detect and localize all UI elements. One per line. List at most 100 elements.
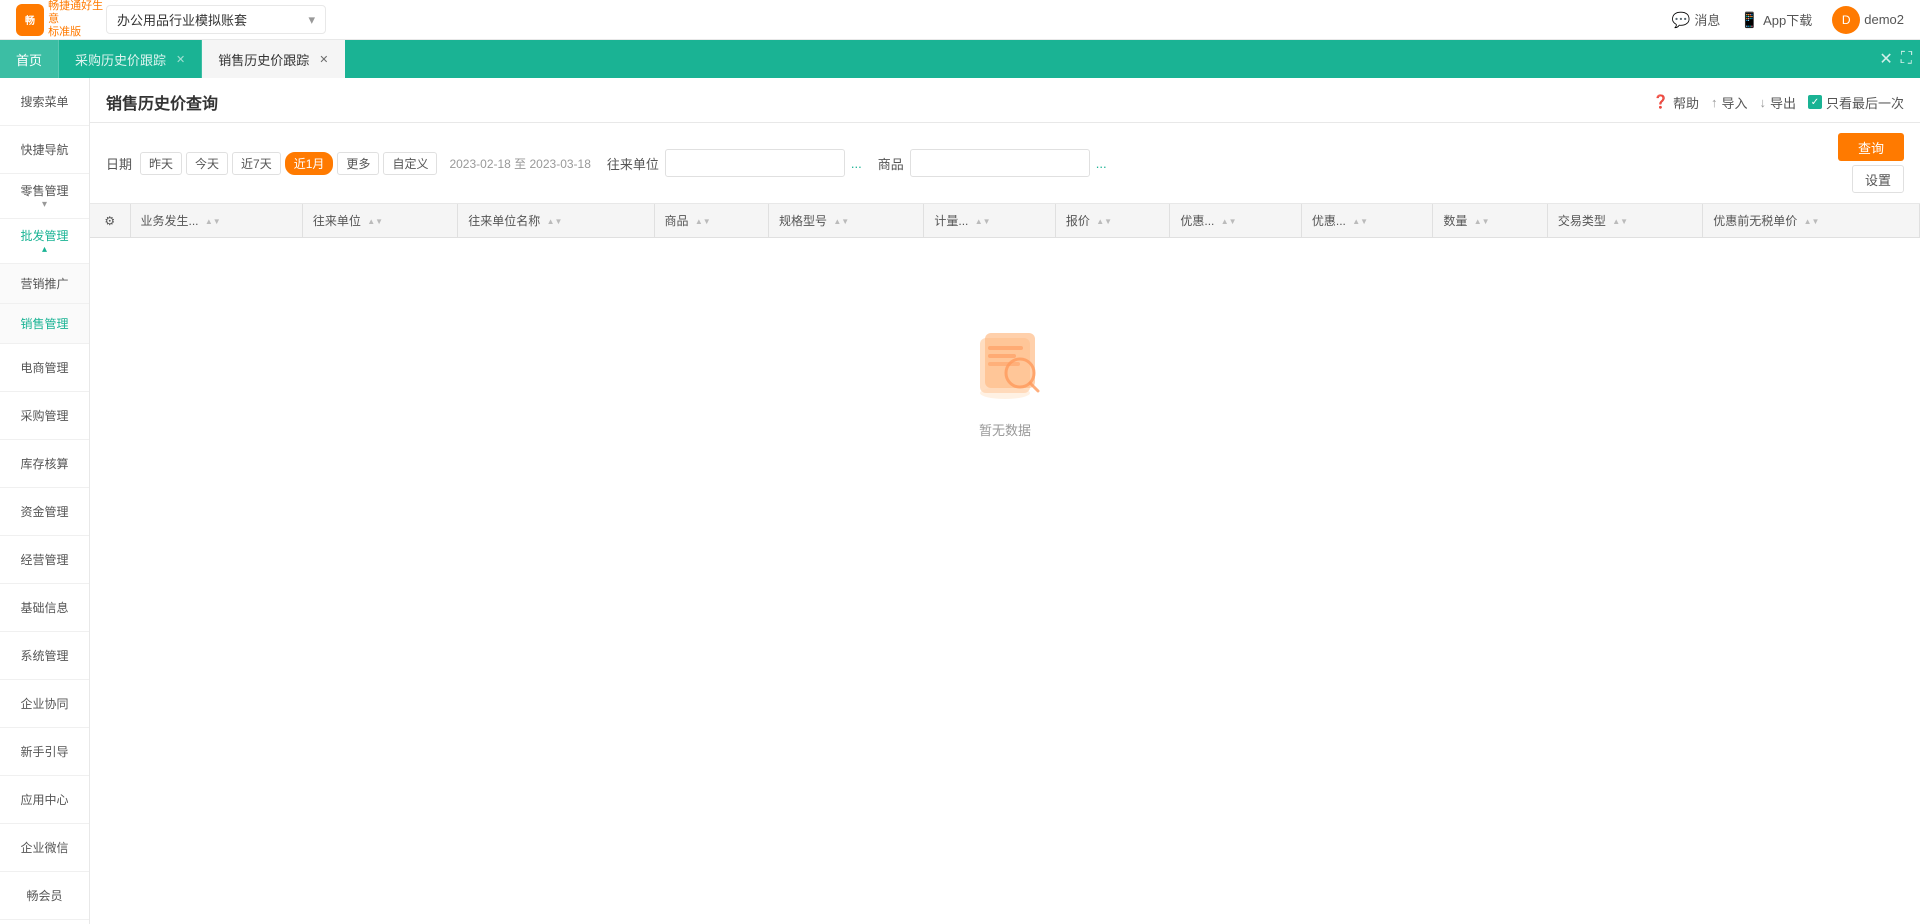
sidebar-basicinfo-label: 基础信息	[20, 599, 68, 616]
partner-filter-group: 往来单位 ...	[607, 149, 862, 177]
sidebar-item-basic-info[interactable]: 基础信息	[0, 584, 89, 632]
tab-purchase-close-icon[interactable]: ✕	[176, 53, 185, 66]
sidebar-item-system[interactable]: 系统管理	[0, 632, 89, 680]
export-icon: ↓	[1759, 95, 1766, 110]
sidebar-search-label: 搜索菜单	[20, 93, 68, 110]
download-icon: 📱	[1740, 11, 1759, 29]
retail-arrow-icon: ▾	[42, 199, 47, 210]
sort-icon-partner-name: ▲▼	[547, 218, 563, 226]
tab-purchase-label: 采购历史价跟踪	[75, 50, 166, 69]
sidebar-item-enterprise-wechat[interactable]: 企业微信	[0, 824, 89, 872]
sidebar-item-search-menu[interactable]: 搜索菜单	[0, 78, 89, 126]
sidebar-item-finance[interactable]: 资金管理	[0, 488, 89, 536]
table-col-price[interactable]: 报价 ▲▼	[1055, 204, 1169, 238]
tab-purchase-history[interactable]: 采购历史价跟踪 ✕	[59, 40, 202, 78]
sidebar-item-app-center[interactable]: 应用中心	[0, 776, 89, 824]
date-range: 2023-02-18 至 2023-03-18	[449, 155, 590, 172]
table-col-partner-code[interactable]: 往来单位 ▲▼	[302, 204, 457, 238]
sidebar-item-purchase[interactable]: 采购管理	[0, 392, 89, 440]
table-col-discount1[interactable]: 优惠... ▲▼	[1170, 204, 1302, 238]
sort-icon-partner-code: ▲▼	[367, 218, 383, 226]
date-btn-custom[interactable]: 自定义	[383, 152, 437, 175]
date-btn-yesterday[interactable]: 昨天	[140, 152, 182, 175]
partner-input[interactable]	[665, 149, 845, 177]
user-menu[interactable]: D demo2	[1832, 6, 1904, 34]
partner-dots-button[interactable]: ...	[851, 156, 862, 171]
table-col-biz-date[interactable]: 业务发生... ▲▼	[130, 204, 302, 238]
page-content: 销售历史价查询 ❓ 帮助 ↑ 导入 ↓ 导出 ✓	[90, 78, 1920, 924]
table-col-discount2[interactable]: 优惠... ▲▼	[1301, 204, 1433, 238]
sidebar-item-operations[interactable]: 经营管理	[0, 536, 89, 584]
app-selector[interactable]: 办公用品行业模拟账套 ▾	[106, 5, 326, 34]
app-download-button[interactable]: 📱 App下载	[1740, 10, 1812, 29]
sidebar-item-retail-mgmt[interactable]: 零售管理 ▾	[0, 174, 89, 219]
date-btn-last7[interactable]: 近7天	[232, 152, 281, 175]
help-button[interactable]: ❓ 帮助	[1653, 93, 1699, 112]
table-col-settings[interactable]: ⚙	[90, 204, 130, 238]
table-col-partner-name[interactable]: 往来单位名称 ▲▼	[458, 204, 654, 238]
tab-right-actions: ✕ ⛶	[1879, 40, 1920, 78]
top-right: 💬 消息 📱 App下载 D demo2	[1672, 6, 1904, 34]
help-icon: ❓	[1653, 94, 1669, 110]
avatar: D	[1832, 6, 1860, 34]
logo-icon: 畅	[16, 4, 44, 36]
table-header-row: ⚙ 业务发生... ▲▼ 往来单位 ▲▼ 往来单位名称	[90, 204, 1920, 238]
sidebar-item-quick-nav[interactable]: 快捷导航	[0, 126, 89, 174]
sidebar-salesmgmt-label: 销售管理	[20, 315, 68, 332]
table-col-spec[interactable]: 规格型号 ▲▼	[769, 204, 924, 238]
export-button[interactable]: ↓ 导出	[1759, 93, 1796, 112]
sort-icon-discount2: ▲▼	[1352, 218, 1368, 226]
message-icon: 💬	[1672, 11, 1691, 29]
empty-icon	[960, 318, 1050, 408]
message-button[interactable]: 💬 消息	[1672, 10, 1721, 29]
tab-close-all-button[interactable]: ✕	[1879, 49, 1892, 69]
sidebar-item-wholesale-mgmt[interactable]: 批发管理 ▴	[0, 219, 89, 264]
sidebar-retail-label: 零售管理	[20, 182, 68, 199]
chevron-down-icon: ▾	[308, 12, 315, 28]
table-col-trade-type[interactable]: 交易类型 ▲▼	[1547, 204, 1702, 238]
table-col-pretax-price[interactable]: 优惠前无税单价 ▲▼	[1703, 204, 1920, 238]
table-col-unit[interactable]: 计量... ▲▼	[924, 204, 1056, 238]
sidebar-item-ecommerce[interactable]: 电商管理	[0, 344, 89, 392]
tab-sales-history[interactable]: 销售历史价跟踪 ✕	[202, 40, 345, 78]
sidebar-item-member[interactable]: 畅会员	[0, 872, 89, 920]
query-button[interactable]: 查询	[1838, 133, 1904, 161]
sidebar-item-inventory[interactable]: 库存核算	[0, 440, 89, 488]
page-header-actions: ❓ 帮助 ↑ 导入 ↓ 导出 ✓ 只看最后一次	[1653, 93, 1904, 112]
svg-text:畅: 畅	[25, 14, 35, 27]
sidebar-finance-label: 资金管理	[20, 503, 68, 520]
table-col-goods[interactable]: 商品 ▲▼	[654, 204, 768, 238]
import-button[interactable]: ↑ 导入	[1711, 93, 1748, 112]
table-col-quantity[interactable]: 数量 ▲▼	[1433, 204, 1547, 238]
tab-bar: 首页 采购历史价跟踪 ✕ 销售历史价跟踪 ✕ ✕ ⛶	[0, 40, 1920, 78]
sort-icon-unit: ▲▼	[975, 218, 991, 226]
app-selector-text: 办公用品行业模拟账套	[117, 10, 247, 29]
sort-icon-discount1: ▲▼	[1221, 218, 1237, 226]
only-last-checkbox[interactable]: ✓ 只看最后一次	[1808, 93, 1904, 112]
sidebar-item-marketing[interactable]: 营销推广	[0, 264, 89, 304]
tab-sales-close-icon[interactable]: ✕	[319, 53, 328, 66]
date-btn-today[interactable]: 今天	[186, 152, 228, 175]
filter-bar: 日期 昨天 今天 近7天 近1月 更多 自定义 2023-02-18 至 202…	[90, 123, 1920, 204]
goods-input[interactable]	[910, 149, 1090, 177]
logo-area: 畅 畅捷通好生意 标准版	[16, 0, 106, 39]
sidebar-item-sales-mgmt[interactable]: 销售管理	[0, 304, 89, 344]
date-btn-more[interactable]: 更多	[337, 152, 379, 175]
sidebar-item-enterprise-collab[interactable]: 企业协同	[0, 680, 89, 728]
logo-text: 畅捷通好生意 标准版	[48, 0, 106, 39]
page-header: 销售历史价查询 ❓ 帮助 ↑ 导入 ↓ 导出 ✓	[90, 78, 1920, 123]
sidebar-newguide-label: 新手引导	[20, 743, 68, 760]
empty-text: 暂无数据	[979, 420, 1031, 439]
tab-home[interactable]: 首页	[0, 40, 59, 78]
goods-dots-button[interactable]: ...	[1096, 156, 1107, 171]
tab-maximize-button[interactable]: ⛶	[1901, 50, 1912, 68]
top-header: 畅 畅捷通好生意 标准版 办公用品行业模拟账套 ▾ 💬 消息 📱 App下载 D…	[0, 0, 1920, 40]
table-container: ⚙ 业务发生... ▲▼ 往来单位 ▲▼ 往来单位名称	[90, 204, 1920, 924]
sort-icon-goods: ▲▼	[695, 218, 711, 226]
checkbox-icon: ✓	[1808, 95, 1822, 109]
sidebar-item-new-guide[interactable]: 新手引导	[0, 728, 89, 776]
partner-label: 往来单位	[607, 154, 659, 173]
date-btn-last1m[interactable]: 近1月	[285, 152, 334, 175]
date-label: 日期	[106, 154, 132, 173]
settings-button[interactable]: 设置	[1852, 165, 1904, 193]
